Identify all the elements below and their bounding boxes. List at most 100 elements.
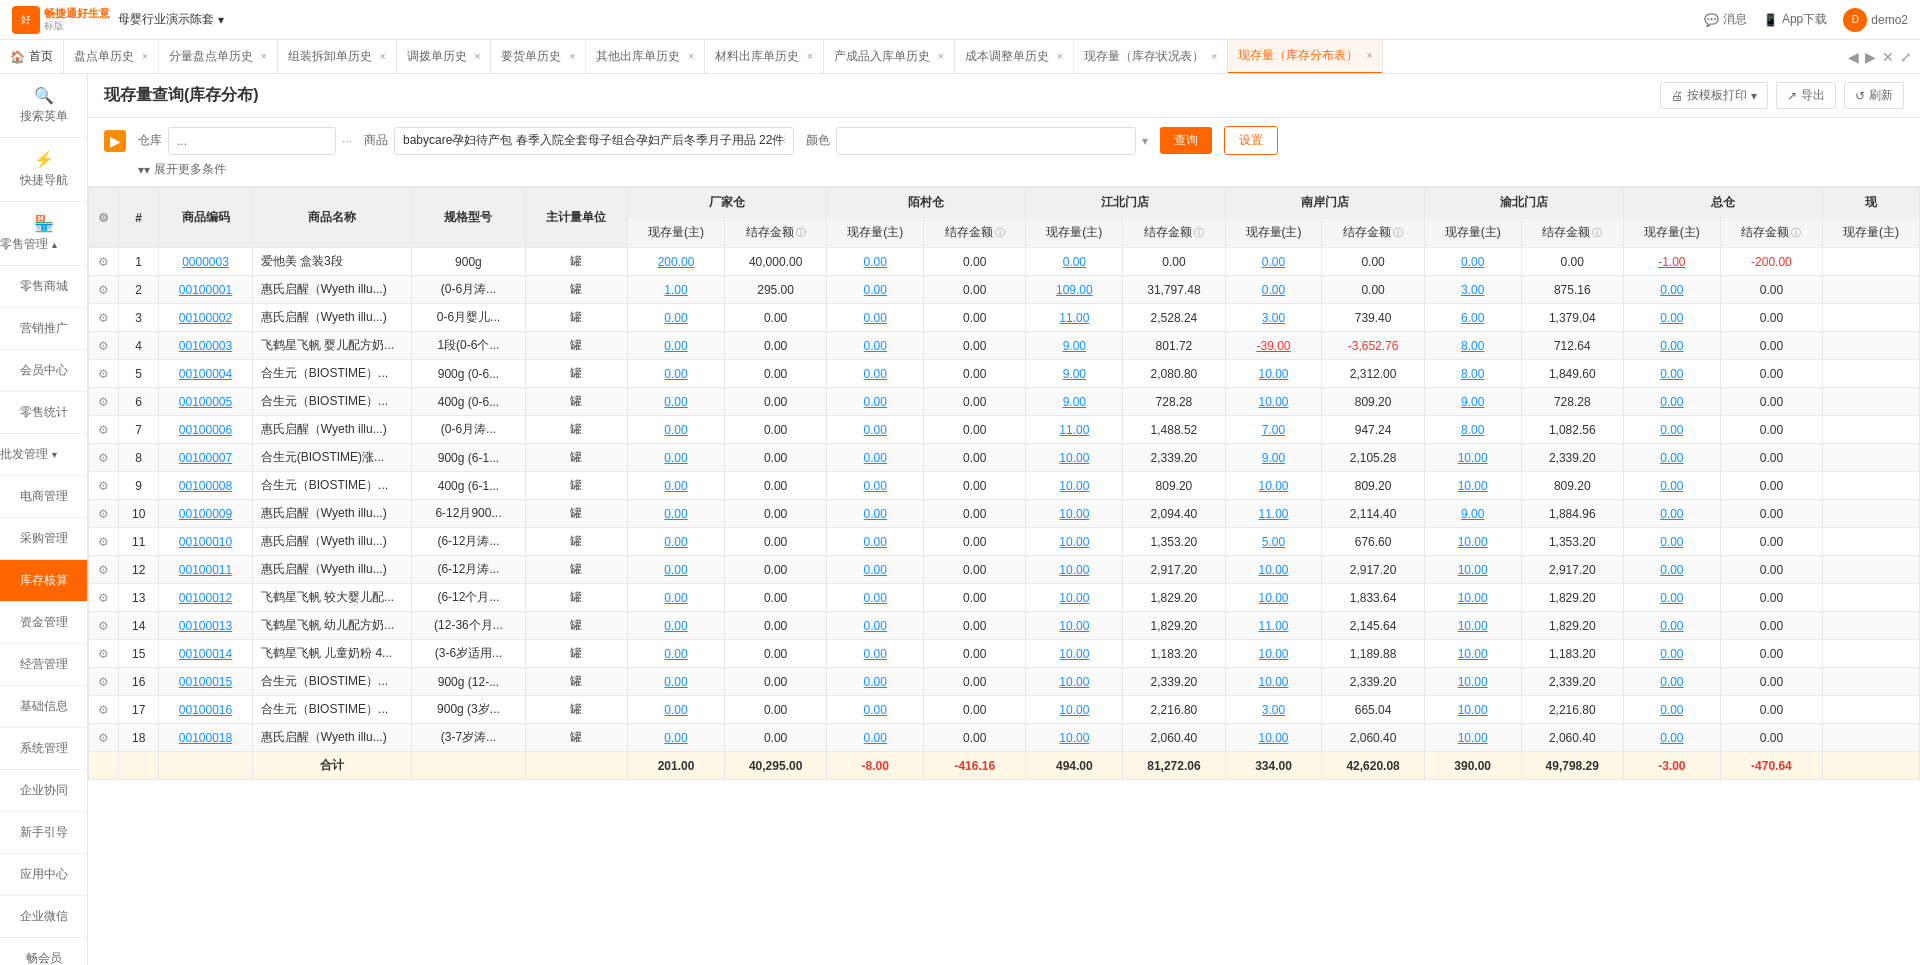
td-code[interactable]: 0000003 [159, 248, 252, 276]
tab-7[interactable]: 材料出库单历史 × [705, 40, 824, 74]
td-gear[interactable]: ⚙ [89, 248, 119, 276]
td-mc-qty[interactable]: 0.00 [827, 696, 924, 724]
tab-6[interactable]: 其他出库单历史 × [586, 40, 705, 74]
td-ck-qty[interactable]: 0.00 [628, 304, 725, 332]
td-gear[interactable]: ⚙ [89, 528, 119, 556]
warehouse-input[interactable] [168, 127, 336, 155]
td-zc-qty[interactable]: 0.00 [1623, 612, 1720, 640]
td-mc-qty[interactable]: 0.00 [827, 640, 924, 668]
close-icon[interactable]: × [1212, 51, 1218, 62]
td-jb-qty[interactable]: 10.00 [1026, 724, 1123, 752]
td-ck-qty[interactable]: 0.00 [628, 388, 725, 416]
sidebar-item-wholesale[interactable]: 批发管理 ▼ [0, 434, 87, 476]
td-mc-qty[interactable]: 0.00 [827, 612, 924, 640]
sidebar-item-retailshop[interactable]: 零售商城 [0, 266, 87, 308]
td-jb-qty[interactable]: 10.00 [1026, 612, 1123, 640]
td-code[interactable]: 00100010 [159, 528, 252, 556]
sidebar-item-system[interactable]: 系统管理 [0, 728, 87, 770]
td-jb-qty[interactable]: 10.00 [1026, 556, 1123, 584]
td-jb-qty[interactable]: 9.00 [1026, 388, 1123, 416]
td-na-qty[interactable]: 10.00 [1225, 360, 1322, 388]
td-gear[interactable]: ⚙ [89, 360, 119, 388]
td-mc-qty[interactable]: 0.00 [827, 556, 924, 584]
td-na-qty[interactable]: 10.00 [1225, 724, 1322, 752]
tab-11[interactable]: 现存量（库存分布表） × [1228, 40, 1383, 74]
tab-2[interactable]: 分量盘点单历史 × [159, 40, 278, 74]
td-na-qty[interactable]: 3.00 [1225, 696, 1322, 724]
td-code[interactable]: 00100013 [159, 612, 252, 640]
td-yb-qty[interactable]: 10.00 [1424, 612, 1521, 640]
td-yb-qty[interactable]: 6.00 [1424, 304, 1521, 332]
color-input[interactable] [836, 127, 1136, 155]
td-jb-qty[interactable]: 10.00 [1026, 584, 1123, 612]
td-na-qty[interactable]: 10.00 [1225, 388, 1322, 416]
sidebar-item-wechat[interactable]: 企业微信 [0, 896, 87, 938]
td-jb-qty[interactable]: 0.00 [1026, 248, 1123, 276]
td-ck-qty[interactable]: 0.00 [628, 444, 725, 472]
td-gear[interactable]: ⚙ [89, 724, 119, 752]
tab-8[interactable]: 产成品入库单历史 × [824, 40, 955, 74]
td-mc-qty[interactable]: 0.00 [827, 528, 924, 556]
close-icon[interactable]: × [142, 51, 148, 62]
td-zc-qty[interactable]: 0.00 [1623, 584, 1720, 612]
td-na-qty[interactable]: 3.00 [1225, 304, 1322, 332]
td-gear[interactable]: ⚙ [89, 500, 119, 528]
td-mc-qty[interactable]: 0.00 [827, 332, 924, 360]
tab-1[interactable]: 盘点单历史 × [64, 40, 159, 74]
td-code[interactable]: 00100001 [159, 276, 252, 304]
close-icon[interactable]: × [1366, 50, 1372, 61]
td-yb-qty[interactable]: 10.00 [1424, 556, 1521, 584]
tab-4[interactable]: 调拨单历史 × [397, 40, 492, 74]
td-ck-qty[interactable]: 0.00 [628, 528, 725, 556]
td-mc-qty[interactable]: 0.00 [827, 500, 924, 528]
td-yb-qty[interactable]: 10.00 [1424, 584, 1521, 612]
message-btn[interactable]: 💬 消息 [1704, 11, 1747, 28]
td-ck-qty[interactable]: 0.00 [628, 612, 725, 640]
td-yb-qty[interactable]: 10.00 [1424, 528, 1521, 556]
close-icon[interactable]: × [688, 51, 694, 62]
td-gear[interactable]: ⚙ [89, 332, 119, 360]
td-yb-qty[interactable]: 0.00 [1424, 248, 1521, 276]
td-zc-qty[interactable]: 0.00 [1623, 500, 1720, 528]
td-gear[interactable]: ⚙ [89, 640, 119, 668]
user-menu[interactable]: D demo2 [1843, 8, 1908, 32]
td-na-qty[interactable]: 7.00 [1225, 416, 1322, 444]
td-jb-qty[interactable]: 11.00 [1026, 304, 1123, 332]
sidebar-item-search[interactable]: 🔍 搜索英单 [0, 74, 87, 138]
th-gear[interactable]: ⚙ [89, 188, 119, 248]
td-yb-qty[interactable]: 10.00 [1424, 444, 1521, 472]
company-dropdown[interactable]: 母婴行业演示陈套 ▾ [118, 11, 224, 28]
td-na-qty[interactable]: 11.00 [1225, 612, 1322, 640]
td-zc-qty[interactable]: 0.00 [1623, 276, 1720, 304]
td-code[interactable]: 00100016 [159, 696, 252, 724]
td-na-qty[interactable]: 10.00 [1225, 640, 1322, 668]
td-yb-qty[interactable]: 10.00 [1424, 472, 1521, 500]
td-ck-qty[interactable]: 0.00 [628, 500, 725, 528]
td-jb-qty[interactable]: 10.00 [1026, 444, 1123, 472]
td-na-qty[interactable]: 10.00 [1225, 584, 1322, 612]
td-yb-qty[interactable]: 10.00 [1424, 640, 1521, 668]
td-yb-qty[interactable]: 8.00 [1424, 332, 1521, 360]
td-gear[interactable]: ⚙ [89, 416, 119, 444]
print-btn[interactable]: 🖨 按模板打印 ▾ [1660, 82, 1768, 109]
query-btn[interactable]: 查询 [1160, 127, 1212, 154]
td-yb-qty[interactable]: 9.00 [1424, 388, 1521, 416]
td-zc-qty[interactable]: 0.00 [1623, 444, 1720, 472]
td-gear[interactable]: ⚙ [89, 472, 119, 500]
td-ck-qty[interactable]: 0.00 [628, 472, 725, 500]
td-mc-qty[interactable]: 0.00 [827, 248, 924, 276]
td-gear[interactable]: ⚙ [89, 556, 119, 584]
close-icon[interactable]: × [380, 51, 386, 62]
td-na-qty[interactable]: 0.00 [1225, 248, 1322, 276]
td-na-qty[interactable]: 11.00 [1225, 500, 1322, 528]
td-yb-qty[interactable]: 10.00 [1424, 696, 1521, 724]
td-gear[interactable]: ⚙ [89, 612, 119, 640]
td-mc-qty[interactable]: 0.00 [827, 444, 924, 472]
td-jb-qty[interactable]: 10.00 [1026, 668, 1123, 696]
td-ck-qty[interactable]: 0.00 [628, 696, 725, 724]
td-na-qty[interactable]: 0.00 [1225, 276, 1322, 304]
td-mc-qty[interactable]: 0.00 [827, 388, 924, 416]
td-na-qty[interactable]: 9.00 [1225, 444, 1322, 472]
tab-3[interactable]: 组装拆卸单历史 × [278, 40, 397, 74]
td-code[interactable]: 00100007 [159, 444, 252, 472]
